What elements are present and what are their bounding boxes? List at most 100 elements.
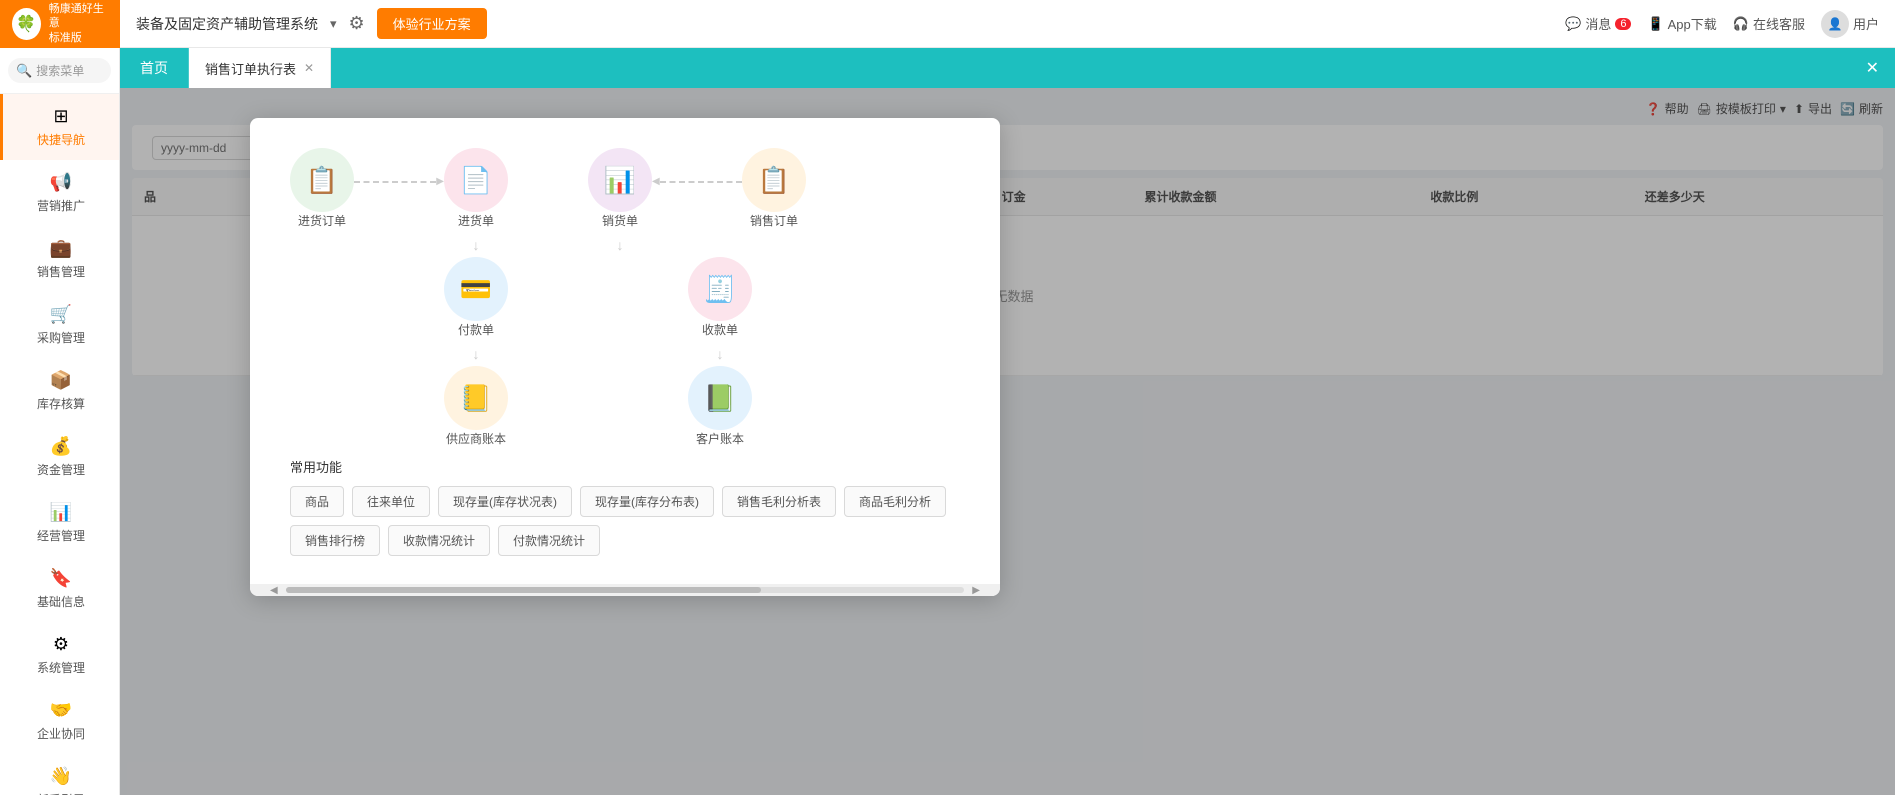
search-input-area[interactable]: 🔍 搜索菜单 — [8, 58, 111, 83]
payment-icon: 💳 — [460, 274, 492, 305]
dropdown-icon[interactable]: ▾ — [330, 16, 337, 32]
sidebar-item-finance[interactable]: 💰 资金管理 — [0, 424, 119, 490]
func-btn-partner[interactable]: 往来单位 — [352, 486, 430, 517]
operations-label: 经营管理 — [37, 527, 85, 544]
scroll-left-icon[interactable]: ◀ — [270, 585, 278, 596]
marketing-label: 营销推广 — [37, 197, 85, 214]
sidebar-item-quick-nav[interactable]: ⊞ 快捷导航 — [0, 94, 119, 160]
node-customer-ledger[interactable]: 📗 客户账本 — [688, 366, 752, 447]
func-btn-receipt-stats[interactable]: 收款情况统计 — [388, 525, 490, 556]
sidebar-search[interactable]: 🔍 搜索菜单 — [0, 48, 119, 94]
tab-home[interactable]: 首页 — [120, 48, 189, 88]
func-btn-payment-stats[interactable]: 付款情况统计 — [498, 525, 600, 556]
modal-overlay: 📋 进货订单 ▶ — [120, 88, 1895, 795]
trial-button[interactable]: 体验行业方案 — [377, 8, 487, 39]
func-buttons-row1: 商品 往来单位 现存量(库存状况表) 现存量(库存分布表) 销售毛利分析表 商品… — [290, 486, 960, 517]
spacer-3 — [508, 237, 588, 253]
settings-icon[interactable]: ⚙ — [349, 13, 365, 34]
func-buttons-row2: 销售排行榜 收款情况统计 付款情况统计 — [290, 525, 960, 556]
func-btn-sales-rank[interactable]: 销售排行榜 — [290, 525, 380, 556]
enterprise-icon: 🤝 — [50, 700, 72, 721]
sidebar-item-marketing[interactable]: 📢 营销推广 — [0, 160, 119, 226]
func-btn-stock-dist[interactable]: 现存量(库存分布表) — [580, 486, 714, 517]
common-functions: 常用功能 商品 往来单位 现存量(库存状况表) 现存量(库存分布表) 销售毛利分… — [290, 457, 960, 556]
node-sales-bill[interactable]: 📊 销货单 — [588, 148, 652, 229]
quick-nav-label: 快捷导航 — [37, 131, 85, 148]
sidebar-item-inventory[interactable]: 📦 库存核算 — [0, 358, 119, 424]
content-area: 首页 销售订单执行表 ✕ ✕ ❓ 帮助 🖨 按模板打印 ▾ — [120, 48, 1895, 795]
spacer-7 — [508, 346, 688, 362]
inventory-icon: 📦 — [50, 370, 72, 391]
sidebar-item-enterprise[interactable]: 🤝 企业协同 — [0, 688, 119, 754]
operations-icon: 📊 — [50, 502, 72, 523]
page-content: ❓ 帮助 🖨 按模板打印 ▾ ⬆ 导出 🔄 刷新 — [120, 88, 1895, 795]
newbie-label: 新手引导 — [37, 791, 85, 795]
user-menu[interactable]: 👤 用户 — [1821, 10, 1879, 38]
modal-scrollbar: ◀ ▶ — [250, 584, 1000, 596]
sidebar-item-system[interactable]: ⚙ 系统管理 — [0, 622, 119, 688]
purchase-label: 采购管理 — [37, 329, 85, 346]
sidebar-item-basics[interactable]: 🔖 基础信息 — [0, 556, 119, 622]
search-placeholder: 搜索菜单 — [36, 62, 84, 79]
finance-icon: 💰 — [50, 436, 72, 457]
scrollbar-thumb — [286, 587, 761, 593]
receipt-icon: 🧾 — [704, 274, 736, 305]
flow-row-2: 💳 付款单 🧾 收款单 — [444, 257, 960, 338]
sales-icon: 💼 — [50, 238, 72, 259]
node-purchase-order[interactable]: 📋 进货订单 — [290, 148, 354, 229]
node-payment[interactable]: 💳 付款单 — [444, 257, 508, 338]
func-btn-product-profit[interactable]: 商品毛利分析 — [844, 486, 946, 517]
customer-ledger-label: 客户账本 — [696, 430, 744, 447]
sales-order-icon: 📋 — [758, 165, 790, 196]
finance-label: 资金管理 — [37, 461, 85, 478]
sidebar: 🔍 搜索菜单 ⊞ 快捷导航 📢 营销推广 💼 销售管理 🛒 采购管理 📦 库存核… — [0, 48, 120, 795]
header-right: 💬 消息 6 📱 App下载 🎧 在线客服 👤 用户 — [1565, 10, 1879, 38]
enterprise-label: 企业协同 — [37, 725, 85, 742]
func-btn-sales-profit[interactable]: 销售毛利分析表 — [722, 486, 836, 517]
purchase-icon: 🛒 — [50, 304, 72, 325]
spacer-5 — [742, 237, 806, 253]
arrow-down-3: ↓ — [444, 346, 508, 362]
func-btn-product[interactable]: 商品 — [290, 486, 344, 517]
newbie-icon: 👋 — [50, 766, 72, 787]
tab-sales-order[interactable]: 销售订单执行表 ✕ — [189, 48, 331, 88]
logo-icon: 🍀 — [12, 8, 41, 40]
sidebar-item-purchase[interactable]: 🛒 采购管理 — [0, 292, 119, 358]
marketing-icon: 📢 — [50, 172, 72, 193]
message-button[interactable]: 💬 消息 6 — [1565, 14, 1631, 33]
supplier-ledger-label: 供应商账本 — [446, 430, 506, 447]
scrollbar-track[interactable] — [286, 587, 965, 593]
app-download-button[interactable]: 📱 App下载 — [1647, 14, 1716, 33]
func-btn-stock-status[interactable]: 现存量(库存状况表) — [438, 486, 572, 517]
logo-text: 畅康通好生意 标准版 — [49, 2, 108, 45]
scroll-right-icon[interactable]: ▶ — [972, 585, 980, 596]
sidebar-item-sales[interactable]: 💼 销售管理 — [0, 226, 119, 292]
tab-bar: 首页 销售订单执行表 ✕ ✕ — [120, 48, 1895, 88]
purchase-order-label: 进货订单 — [298, 212, 346, 229]
spacer-2 — [354, 237, 444, 253]
inventory-label: 库存核算 — [37, 395, 85, 412]
logo-area: 🍀 畅康通好生意 标准版 — [0, 0, 120, 48]
phone-icon: 📱 — [1647, 16, 1663, 32]
modal-box: 📋 进货订单 ▶ — [250, 118, 1000, 596]
tab-bar-close-icon[interactable]: ✕ — [1866, 58, 1879, 78]
customer-service-button[interactable]: 🎧 在线客服 — [1733, 14, 1805, 33]
message-icon: 💬 — [1565, 16, 1581, 32]
purchase-bill-icon: 📄 — [460, 165, 492, 196]
node-receipt[interactable]: 🧾 收款单 — [688, 257, 752, 338]
avatar: 👤 — [1821, 10, 1849, 38]
headset-icon: 🎧 — [1733, 16, 1749, 32]
node-purchase-bill[interactable]: 📄 进货单 — [444, 148, 508, 229]
customer-ledger-icon: 📗 — [704, 383, 736, 414]
sales-label: 销售管理 — [37, 263, 85, 280]
top-header: 🍀 畅康通好生意 标准版 装备及固定资产辅助管理系统 ▾ ⚙ 体验行业方案 💬 … — [0, 0, 1895, 48]
supplier-ledger-icon: 📒 — [460, 383, 492, 414]
node-supplier-ledger[interactable]: 📒 供应商账本 — [444, 366, 508, 447]
main-layout: 🔍 搜索菜单 ⊞ 快捷导航 📢 营销推广 💼 销售管理 🛒 采购管理 📦 库存核… — [0, 48, 1895, 795]
tab-close-icon[interactable]: ✕ — [304, 62, 314, 74]
sidebar-item-newbie[interactable]: 👋 新手引导 — [0, 754, 119, 795]
node-sales-order[interactable]: 📋 销售订单 — [742, 148, 806, 229]
modal-content: 📋 进货订单 ▶ — [250, 118, 1000, 584]
common-functions-title: 常用功能 — [290, 457, 960, 476]
sidebar-item-operations[interactable]: 📊 经营管理 — [0, 490, 119, 556]
